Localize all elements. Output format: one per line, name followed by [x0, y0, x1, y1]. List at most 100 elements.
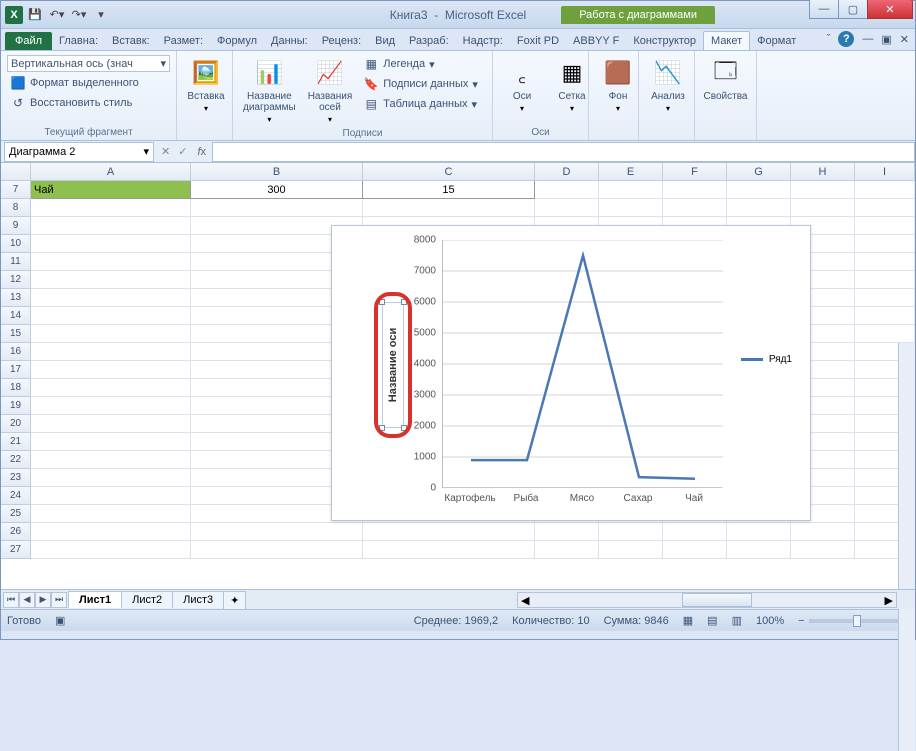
- cancel-icon[interactable]: ✕: [157, 145, 174, 158]
- data-table-button[interactable]: ▤Таблица данных ▾: [360, 95, 481, 113]
- axes-button[interactable]: ꜀Оси▾: [499, 55, 545, 115]
- sheet-nav-next[interactable]: ▶: [35, 592, 51, 608]
- sheet-tab-1[interactable]: Лист1: [68, 591, 122, 608]
- row-header[interactable]: 10: [1, 235, 31, 253]
- row-header[interactable]: 9: [1, 217, 31, 235]
- cell[interactable]: [791, 541, 855, 559]
- sheet-nav-first[interactable]: ⏮: [3, 592, 19, 608]
- cell[interactable]: [855, 271, 915, 289]
- cell[interactable]: [599, 523, 663, 541]
- view-pagelayout-icon[interactable]: ▤: [707, 614, 717, 627]
- row-header[interactable]: 19: [1, 397, 31, 415]
- row-header[interactable]: 16: [1, 343, 31, 361]
- mdi-restore-icon[interactable]: ▣: [881, 33, 891, 46]
- handle-icon[interactable]: [401, 425, 407, 431]
- tab-formulas[interactable]: Формул: [210, 32, 264, 50]
- cell[interactable]: [855, 253, 915, 271]
- cell[interactable]: [31, 199, 191, 217]
- row-header[interactable]: 15: [1, 325, 31, 343]
- tab-chart-layout[interactable]: Макет: [703, 31, 750, 50]
- row-header[interactable]: 26: [1, 523, 31, 541]
- namebox-dropdown-icon[interactable]: ▾: [143, 145, 149, 158]
- row-header[interactable]: 22: [1, 451, 31, 469]
- sheet-nav-prev[interactable]: ◀: [19, 592, 35, 608]
- tab-addins[interactable]: Надстр:: [456, 32, 510, 50]
- format-selection-button[interactable]: 🟦Формат выделенного: [7, 74, 170, 92]
- tab-foxit[interactable]: Foxit PD: [510, 32, 566, 50]
- cell[interactable]: [31, 541, 191, 559]
- tab-review[interactable]: Реценз:: [315, 32, 368, 50]
- cell[interactable]: [31, 469, 191, 487]
- zoom-slider[interactable]: − +: [798, 615, 909, 627]
- name-box[interactable]: Диаграмма 2▾: [4, 142, 154, 162]
- view-pagebreak-icon[interactable]: ▥: [732, 614, 742, 627]
- zoom-thumb[interactable]: [853, 615, 861, 627]
- cell[interactable]: [535, 181, 599, 199]
- minimize-ribbon-icon[interactable]: ˇ: [827, 33, 831, 45]
- cell[interactable]: 300: [191, 181, 363, 199]
- series-line[interactable]: [471, 256, 695, 479]
- column-header[interactable]: E: [599, 163, 663, 180]
- view-normal-icon[interactable]: ▦: [683, 614, 693, 627]
- cell[interactable]: [855, 217, 915, 235]
- qat-more-icon[interactable]: ▾: [91, 5, 111, 25]
- cell[interactable]: [599, 199, 663, 217]
- cell[interactable]: [191, 199, 363, 217]
- select-all-cell[interactable]: [1, 163, 31, 180]
- row-header[interactable]: 23: [1, 469, 31, 487]
- chart-element-selector[interactable]: Вертикальная ось (знач▾: [7, 55, 170, 72]
- redo-icon[interactable]: ↷▾: [69, 5, 89, 25]
- row-header[interactable]: 20: [1, 415, 31, 433]
- sheet-tab-2[interactable]: Лист2: [121, 591, 173, 608]
- row-header[interactable]: 11: [1, 253, 31, 271]
- formula-input[interactable]: [212, 142, 915, 162]
- cell[interactable]: [31, 433, 191, 451]
- cell[interactable]: [31, 325, 191, 343]
- cell[interactable]: [191, 523, 363, 541]
- cell[interactable]: [31, 361, 191, 379]
- column-header[interactable]: G: [727, 163, 791, 180]
- background-button[interactable]: 🟫Фон▾: [595, 55, 641, 115]
- tab-view[interactable]: Вид: [368, 32, 402, 50]
- properties-button[interactable]: 🗔Свойства: [701, 55, 750, 104]
- row-header[interactable]: 24: [1, 487, 31, 505]
- cell[interactable]: [31, 307, 191, 325]
- cell[interactable]: [791, 181, 855, 199]
- cell[interactable]: [855, 325, 915, 343]
- tab-chart-format[interactable]: Формат: [750, 32, 803, 50]
- worksheet-grid[interactable]: ABCDEFGHI 7Чай30015891011121314151617181…: [1, 163, 915, 589]
- cell[interactable]: [727, 199, 791, 217]
- tab-abbyy[interactable]: ABBYY F: [566, 32, 626, 50]
- scroll-left-icon[interactable]: ◀: [518, 594, 532, 607]
- row-header[interactable]: 21: [1, 433, 31, 451]
- cell[interactable]: [791, 199, 855, 217]
- minimize-button[interactable]: —: [809, 0, 839, 19]
- y-axis-title[interactable]: Название оси: [382, 302, 404, 428]
- sheet-tab-3[interactable]: Лист3: [172, 591, 224, 608]
- mdi-minimize-icon[interactable]: —: [862, 33, 873, 45]
- cell[interactable]: [31, 451, 191, 469]
- maximize-button[interactable]: ▢: [838, 0, 868, 19]
- sheet-nav-last[interactable]: ⏭: [51, 592, 67, 608]
- cell[interactable]: [31, 523, 191, 541]
- cell[interactable]: [663, 199, 727, 217]
- column-header[interactable]: D: [535, 163, 599, 180]
- analysis-button[interactable]: 📉Анализ▾: [645, 55, 691, 115]
- save-icon[interactable]: 💾: [25, 5, 45, 25]
- cell[interactable]: [363, 199, 535, 217]
- close-button[interactable]: ✕: [867, 0, 913, 19]
- legend-button[interactable]: ▦Легенда ▾: [360, 55, 481, 73]
- cell[interactable]: [31, 271, 191, 289]
- cell[interactable]: [855, 289, 915, 307]
- cell[interactable]: [31, 505, 191, 523]
- cell[interactable]: [31, 235, 191, 253]
- row-header[interactable]: 17: [1, 361, 31, 379]
- row-header[interactable]: 25: [1, 505, 31, 523]
- cell[interactable]: [535, 523, 599, 541]
- row-header[interactable]: 27: [1, 541, 31, 559]
- cell[interactable]: [727, 181, 791, 199]
- row-header[interactable]: 18: [1, 379, 31, 397]
- tab-file[interactable]: Файл: [5, 32, 52, 50]
- cell[interactable]: [855, 235, 915, 253]
- column-header[interactable]: H: [791, 163, 855, 180]
